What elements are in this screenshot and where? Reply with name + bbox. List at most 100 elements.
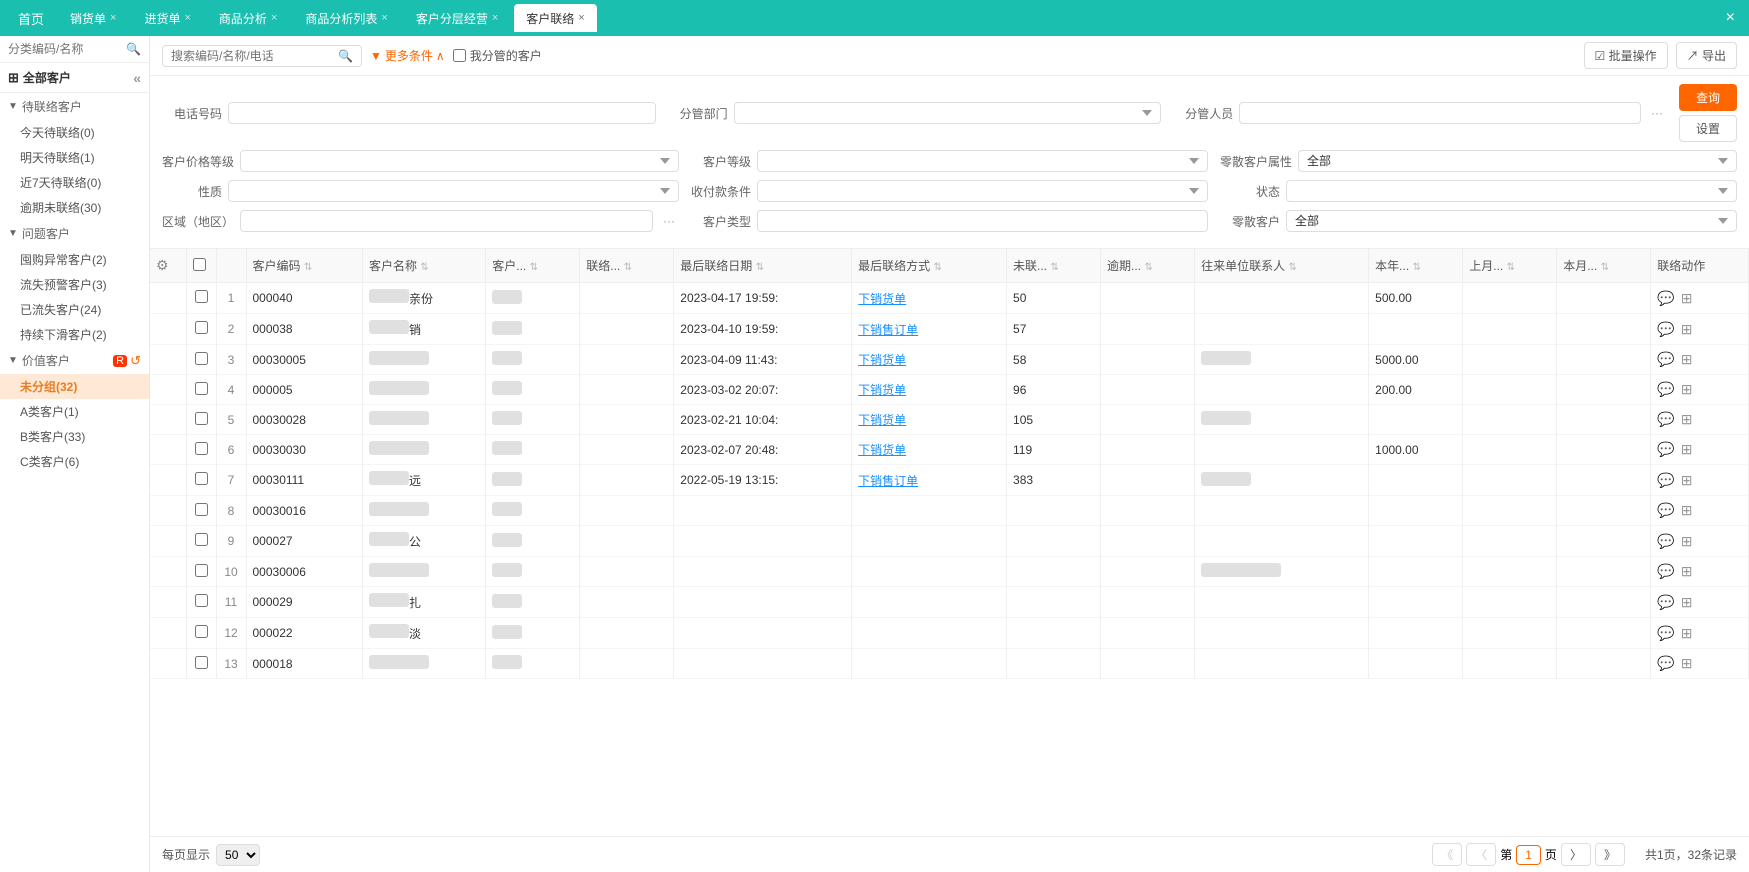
customer-type-input[interactable]: [757, 210, 1208, 232]
chat-icon[interactable]: 💬: [1657, 351, 1674, 368]
batch-operations-button[interactable]: ☑ 批量操作: [1584, 42, 1668, 69]
sort-icon[interactable]: ⇅: [1413, 262, 1421, 273]
row-checkbox-cell[interactable]: [186, 649, 216, 679]
sidebar-item-abnormal[interactable]: 囤购异常客户(2): [0, 247, 149, 272]
phone-input[interactable]: [228, 102, 656, 124]
status-select[interactable]: [1286, 180, 1737, 202]
row-checkbox-cell[interactable]: [186, 345, 216, 375]
row-checkbox[interactable]: [195, 564, 208, 577]
company-contact-column-header[interactable]: 往来单位联系人 ⇅: [1195, 249, 1369, 283]
person-more-icon[interactable]: ···: [1647, 106, 1667, 120]
row-checkbox[interactable]: [195, 290, 208, 303]
window-close-button[interactable]: ×: [1720, 9, 1741, 27]
tab-sales-order[interactable]: 销货单 ×: [58, 4, 128, 32]
row-checkbox-cell[interactable]: [186, 618, 216, 649]
sort-icon[interactable]: ⇅: [1507, 262, 1515, 273]
nature-select[interactable]: [228, 180, 679, 202]
region-more-icon[interactable]: ···: [659, 214, 679, 228]
last-page-button[interactable]: 》: [1595, 843, 1625, 866]
close-icon[interactable]: ×: [184, 12, 190, 24]
dept-select[interactable]: [734, 102, 1162, 124]
settings-icon[interactable]: ⚙: [156, 257, 169, 273]
row-checkbox-cell[interactable]: [186, 375, 216, 405]
retail-customer-select[interactable]: 全部: [1286, 210, 1737, 232]
select-all-checkbox[interactable]: [193, 258, 206, 271]
sidebar-item-7days-pending[interactable]: 近7天待联络(0): [0, 170, 149, 195]
my-customers-filter[interactable]: 我分管的客户: [453, 47, 542, 64]
contact-column-header[interactable]: 联络... ⇅: [580, 249, 674, 283]
pending-customers-group[interactable]: ▼ 待联络客户: [0, 93, 149, 120]
close-icon[interactable]: ×: [271, 12, 277, 24]
row-checkbox-cell[interactable]: [186, 465, 216, 496]
chat-icon[interactable]: 💬: [1657, 655, 1674, 672]
row-checkbox[interactable]: [195, 533, 208, 546]
row-checkbox-cell[interactable]: [186, 557, 216, 587]
row-checkbox-cell[interactable]: [186, 405, 216, 435]
sidebar-item-class-c[interactable]: C类客户(6): [0, 449, 149, 474]
row-checkbox-cell[interactable]: [186, 283, 216, 314]
chat-icon[interactable]: 💬: [1657, 472, 1674, 489]
close-icon[interactable]: ×: [381, 12, 387, 24]
search-icon[interactable]: 🔍: [338, 49, 353, 63]
sort-icon[interactable]: ⇅: [530, 262, 538, 273]
code-column-header[interactable]: 客户编码 ⇅: [246, 249, 362, 283]
row-checkbox[interactable]: [195, 503, 208, 516]
grid-action-icon[interactable]: ⊞: [1681, 563, 1693, 580]
chat-icon[interactable]: 💬: [1657, 321, 1674, 338]
search-icon[interactable]: 🔍: [126, 42, 141, 56]
grid-action-icon[interactable]: ⊞: [1681, 655, 1693, 672]
export-button[interactable]: ↗ 导出: [1676, 42, 1737, 69]
sidebar-item-class-a[interactable]: A类客户(1): [0, 399, 149, 424]
tab-customer-segmentation[interactable]: 客户分层经营 ×: [404, 4, 510, 32]
tab-purchase-order[interactable]: 进货单 ×: [132, 4, 202, 32]
grid-action-icon[interactable]: ⊞: [1681, 441, 1693, 458]
type-column-header[interactable]: 客户... ⇅: [486, 249, 580, 283]
grid-action-icon[interactable]: ⊞: [1681, 533, 1693, 550]
retail-attr-select[interactable]: 全部: [1298, 150, 1737, 172]
chat-icon[interactable]: 💬: [1657, 533, 1674, 550]
price-level-select[interactable]: [240, 150, 679, 172]
row-checkbox-cell[interactable]: [186, 435, 216, 465]
sort-icon[interactable]: ⇅: [1050, 262, 1058, 273]
sidebar-item-churned[interactable]: 已流失客户(24): [0, 297, 149, 322]
main-search-input[interactable]: [171, 49, 334, 63]
grid-action-icon[interactable]: ⊞: [1681, 290, 1693, 307]
tab-product-analysis[interactable]: 商品分析 ×: [207, 4, 289, 32]
row-checkbox[interactable]: [195, 625, 208, 638]
sidebar-item-tomorrow-pending[interactable]: 明天待联络(1): [0, 145, 149, 170]
customer-level-select[interactable]: [757, 150, 1208, 172]
region-input[interactable]: [240, 210, 653, 232]
grid-action-icon[interactable]: ⊞: [1681, 321, 1693, 338]
chat-icon[interactable]: 💬: [1657, 290, 1674, 307]
no-contact-column-header[interactable]: 未联... ⇅: [1007, 249, 1101, 283]
row-checkbox[interactable]: [195, 656, 208, 669]
grid-action-icon[interactable]: ⊞: [1681, 625, 1693, 642]
settings-column-header[interactable]: ⚙: [150, 249, 186, 283]
sort-icon[interactable]: ⇅: [624, 262, 632, 273]
query-button[interactable]: 查询: [1679, 84, 1737, 111]
grid-action-icon[interactable]: ⊞: [1681, 351, 1693, 368]
collapse-icon[interactable]: «: [133, 70, 141, 86]
my-customers-checkbox[interactable]: [453, 49, 466, 62]
sort-icon[interactable]: ⇅: [756, 262, 764, 273]
row-checkbox[interactable]: [195, 352, 208, 365]
close-icon[interactable]: ×: [110, 12, 116, 24]
tab-product-analysis-list[interactable]: 商品分析列表 ×: [293, 4, 399, 32]
row-checkbox[interactable]: [195, 321, 208, 334]
value-customers-group[interactable]: ▼ 价值客户 R ↺: [0, 347, 149, 374]
person-input[interactable]: [1239, 102, 1641, 124]
payment-select[interactable]: [757, 180, 1208, 202]
last-method-column-header[interactable]: 最后联络方式 ⇅: [852, 249, 1007, 283]
row-checkbox[interactable]: [195, 382, 208, 395]
row-checkbox[interactable]: [195, 442, 208, 455]
overdue-column-header[interactable]: 逾期... ⇅: [1101, 249, 1195, 283]
sort-icon[interactable]: ⇅: [1601, 262, 1609, 273]
last-month-column-header[interactable]: 上月... ⇅: [1463, 249, 1557, 283]
row-checkbox-cell[interactable]: [186, 526, 216, 557]
grid-action-icon[interactable]: ⊞: [1681, 472, 1693, 489]
grid-action-icon[interactable]: ⊞: [1681, 502, 1693, 519]
per-page-select[interactable]: 50: [216, 844, 260, 866]
sidebar-item-churn-warning[interactable]: 流失预警客户(3): [0, 272, 149, 297]
grid-action-icon[interactable]: ⊞: [1681, 381, 1693, 398]
chat-icon[interactable]: 💬: [1657, 411, 1674, 428]
